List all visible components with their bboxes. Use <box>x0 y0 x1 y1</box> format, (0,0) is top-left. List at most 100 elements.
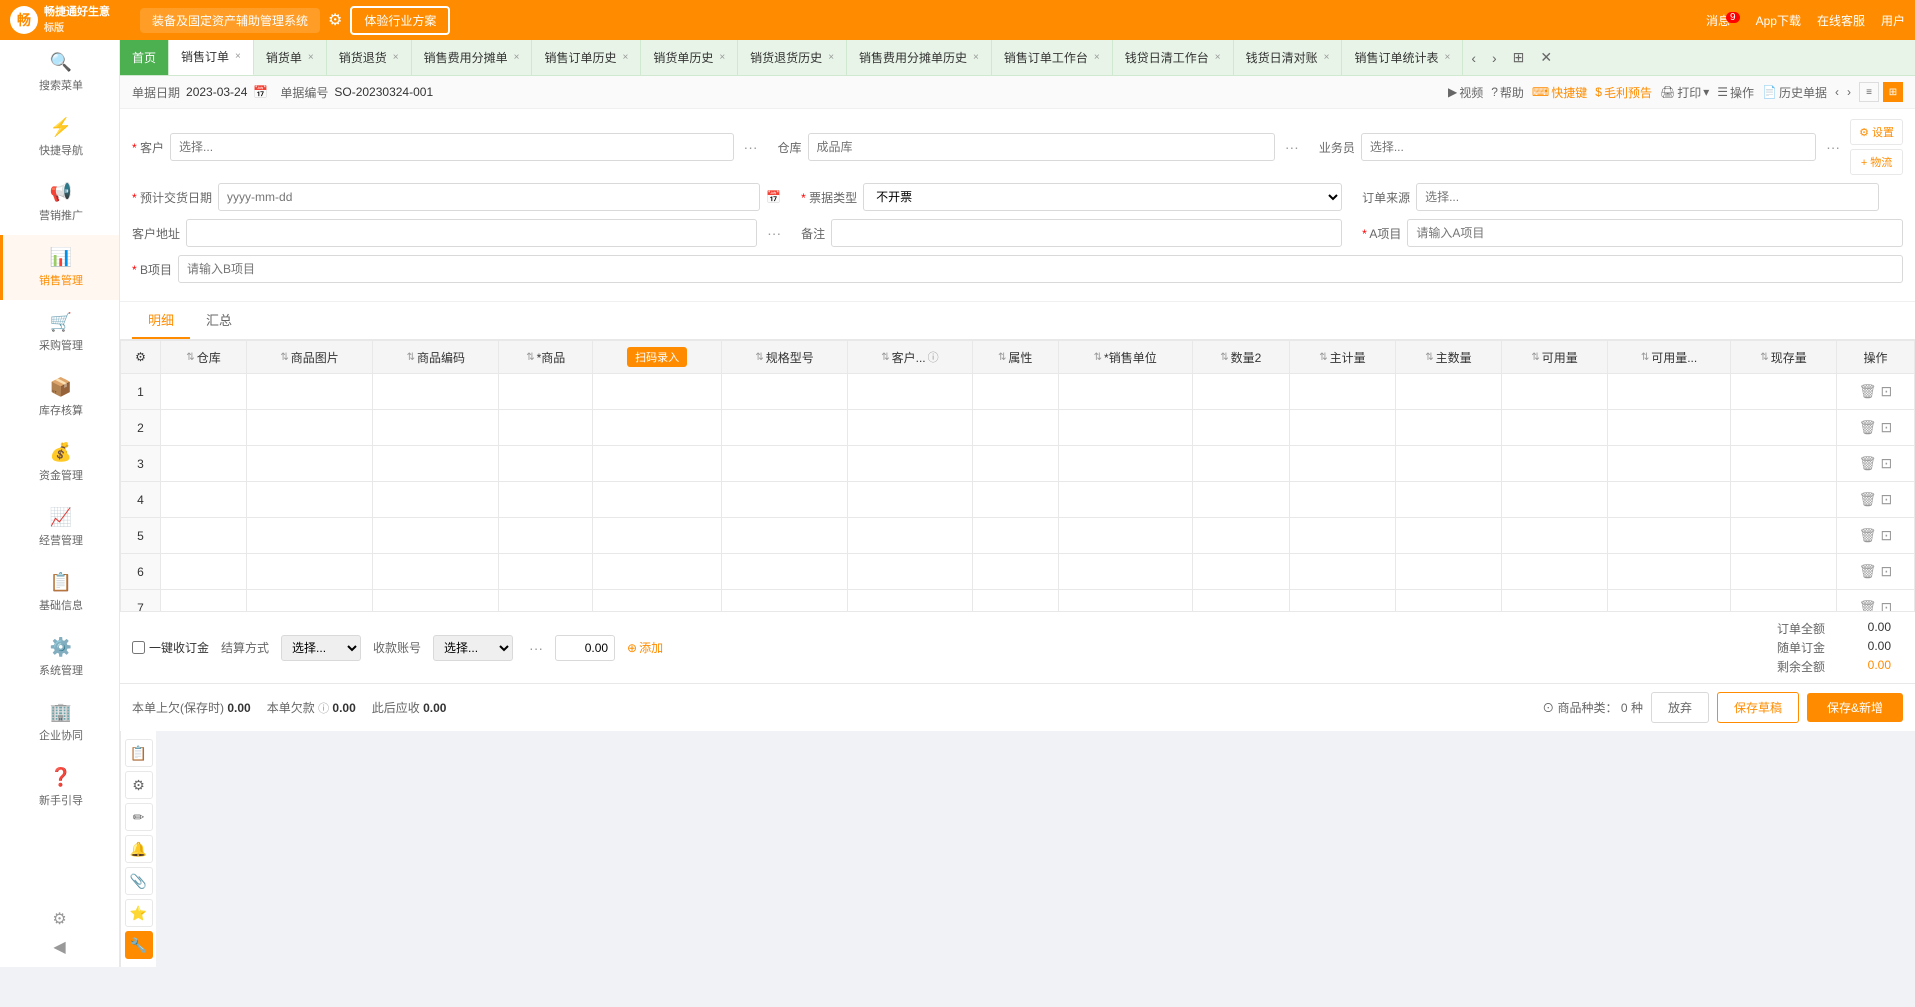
row-1-warehouse[interactable] <box>161 374 247 410</box>
tab-sales-return-history[interactable]: 销货单历史 × <box>641 40 738 76</box>
right-panel-btn-3[interactable]: ✏ <box>125 803 153 831</box>
th-product-img[interactable]: ⇅商品图片 <box>247 341 373 374</box>
ticket-select[interactable]: 不开票 <box>863 183 1342 211</box>
calc-method-select[interactable]: 选择... <box>281 635 361 661</box>
row-1-qty2[interactable] <box>1192 374 1289 410</box>
row-7-customer-code[interactable] <box>848 590 973 612</box>
row-7-available2[interactable] <box>1608 590 1731 612</box>
row-2-delete-icon[interactable]: 🗑 <box>1859 419 1877 436</box>
tab-sales-order[interactable]: 销售订单 × <box>169 40 254 76</box>
row-4-warehouse[interactable] <box>161 482 247 518</box>
row-1-product[interactable] <box>499 374 593 410</box>
settings-icon[interactable]: ⚙ <box>328 10 342 30</box>
row-2-main-unit[interactable] <box>1289 410 1395 446</box>
th-attr[interactable]: ⇅属性 <box>972 341 1058 374</box>
row-3-qty2[interactable] <box>1192 446 1289 482</box>
add-payment-btn[interactable]: ⊕ 添加 <box>627 639 663 656</box>
row-5-main-unit[interactable] <box>1289 518 1395 554</box>
row-2-product[interactable] <box>499 410 593 446</box>
row-6-available2[interactable] <box>1608 554 1731 590</box>
row-2-warehouse[interactable] <box>161 410 247 446</box>
row-1-product-code[interactable] <box>373 374 499 410</box>
row-6-available[interactable] <box>1502 554 1608 590</box>
th-sales-unit[interactable]: ⇅*销售单位 <box>1058 341 1192 374</box>
row-3-copy-icon[interactable]: ⊡ <box>1881 455 1893 472</box>
row-3-product-img[interactable] <box>247 446 373 482</box>
tab-sales-expense-close[interactable]: × <box>514 52 520 63</box>
sidebar-item-system[interactable]: ⚙️ 系统管理 <box>0 625 119 690</box>
row-7-product[interactable] <box>499 590 593 612</box>
delivery-calendar-icon[interactable]: 📅 <box>766 190 781 204</box>
right-panel-btn-4[interactable]: 🔔 <box>125 835 153 863</box>
address-dots-btn[interactable]: ··· <box>767 225 781 241</box>
row-7-warehouse[interactable] <box>161 590 247 612</box>
row-5-main-qty[interactable] <box>1395 518 1501 554</box>
right-panel-btn-1[interactable]: 📋 <box>125 739 153 767</box>
row-6-qty2[interactable] <box>1192 554 1289 590</box>
delivery-input[interactable] <box>218 183 760 211</box>
sidebar-item-operation[interactable]: 📈 经营管理 <box>0 495 119 560</box>
row-6-product[interactable] <box>499 554 593 590</box>
row-1-spec[interactable] <box>722 374 848 410</box>
prev-record-icon[interactable]: ‹ <box>1835 85 1839 99</box>
row-7-attr[interactable] <box>972 590 1058 612</box>
th-main-qty[interactable]: ⇅主数量 <box>1395 341 1501 374</box>
row-5-stock[interactable] <box>1730 518 1836 554</box>
row-6-sales-unit[interactable] <box>1058 554 1192 590</box>
row-1-available2[interactable] <box>1608 374 1731 410</box>
online-service-btn[interactable]: 在线客服 <box>1817 12 1865 29</box>
shortcut-btn[interactable]: ⌨ 快捷键 <box>1532 84 1587 101</box>
row-2-customer-code[interactable] <box>848 410 973 446</box>
th-available2[interactable]: ⇅可用量... <box>1608 341 1731 374</box>
right-panel-btn-2[interactable]: ⚙ <box>125 771 153 799</box>
row-2-copy-icon[interactable]: ⊡ <box>1881 419 1893 436</box>
payment-amount-input[interactable] <box>555 635 615 661</box>
tab-next-icon[interactable]: › <box>1484 50 1505 66</box>
help-btn[interactable]: ? 帮助 <box>1491 84 1524 101</box>
row-2-attr[interactable] <box>972 410 1058 446</box>
row-5-product-img[interactable] <box>247 518 373 554</box>
row-5-attr[interactable] <box>972 518 1058 554</box>
address-input[interactable] <box>186 219 757 247</box>
row-1-main-unit[interactable] <box>1289 374 1395 410</box>
history-btn[interactable]: 📄 历史单据 <box>1762 84 1827 101</box>
tab-sales-return-history-close[interactable]: × <box>719 52 725 63</box>
row-3-warehouse[interactable] <box>161 446 247 482</box>
row-3-customer-code[interactable] <box>848 446 973 482</box>
tab-cash-daily-close[interactable]: × <box>1215 52 1221 63</box>
staff-input[interactable] <box>1361 133 1816 161</box>
row-3-main-unit[interactable] <box>1289 446 1395 482</box>
row-5-available2[interactable] <box>1608 518 1731 554</box>
row-4-main-unit[interactable] <box>1289 482 1395 518</box>
row-7-product-code[interactable] <box>373 590 499 612</box>
tab-close-all-icon[interactable]: ✕ <box>1532 49 1560 66</box>
tab-sales-workbench-close[interactable]: × <box>1094 52 1100 63</box>
operate-btn[interactable]: ☰ 操作 <box>1717 84 1754 101</box>
row-7-spec[interactable] <box>722 590 848 612</box>
row-1-product-img[interactable] <box>247 374 373 410</box>
sidebar-item-search[interactable]: 🔍 搜索菜单 <box>0 40 119 105</box>
row-7-product-img[interactable] <box>247 590 373 612</box>
row-4-product-img[interactable] <box>247 482 373 518</box>
industry-button[interactable]: 体验行业方案 <box>350 6 450 35</box>
row-3-stock[interactable] <box>1730 446 1836 482</box>
tab-sales-report-close[interactable]: × <box>1444 52 1450 63</box>
row-4-stock[interactable] <box>1730 482 1836 518</box>
row-2-product-code[interactable] <box>373 410 499 446</box>
row-6-product-img[interactable] <box>247 554 373 590</box>
row-1-available[interactable] <box>1502 374 1608 410</box>
sidebar-item-purchase[interactable]: 🛒 采购管理 <box>0 300 119 365</box>
th-spec[interactable]: ⇅规格型号 <box>722 341 848 374</box>
float-settings-btn[interactable]: ⚙ 设置 <box>1850 119 1903 145</box>
right-panel-btn-5[interactable]: 📎 <box>125 867 153 895</box>
row-2-stock[interactable] <box>1730 410 1836 446</box>
row-4-sales-unit[interactable] <box>1058 482 1192 518</box>
row-4-spec[interactable] <box>722 482 848 518</box>
tab-sales-refund-history[interactable]: 销货退货历史 × <box>738 40 847 76</box>
sidebar-settings-icon[interactable]: ⚙ <box>52 909 66 929</box>
sidebar-item-guide[interactable]: ❓ 新手引导 <box>0 755 119 820</box>
tab-sales-return-close[interactable]: × <box>308 52 314 63</box>
row-7-sales-unit[interactable] <box>1058 590 1192 612</box>
row-7-available[interactable] <box>1502 590 1608 612</box>
row-7-qty2[interactable] <box>1192 590 1289 612</box>
